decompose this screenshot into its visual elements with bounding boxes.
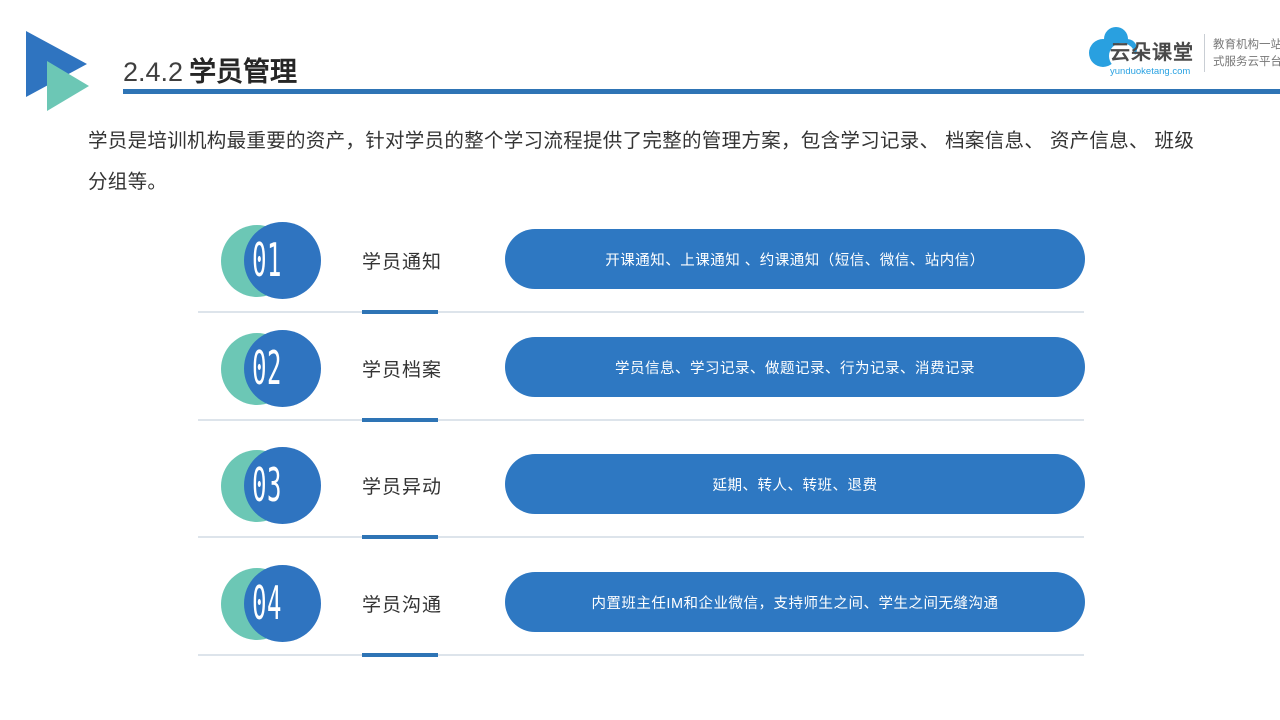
row-label: 学员异动: [347, 472, 457, 499]
row-divider: [198, 311, 1084, 313]
row-number: 02: [252, 341, 282, 395]
page-title: 2.4.2学员管理: [123, 50, 297, 89]
row-description-pill: 开课通知、上课通知 、约课通知（短信、微信、站内信）: [505, 229, 1085, 289]
row-label: 学员沟通: [347, 590, 457, 617]
brand-domain: yunduoketang.com: [1110, 66, 1210, 77]
row-description-pill: 学员信息、学习记录、做题记录、行为记录、消费记录: [505, 337, 1085, 397]
brand-tagline-line1: 教育机构一站: [1213, 37, 1280, 54]
feature-row-archive: 02 学员档案 学员信息、学习记录、做题记录、行为记录、消费记录: [197, 330, 1085, 426]
brand-tagline-line2: 式服务云平台: [1213, 54, 1280, 71]
section-title: 学员管理: [189, 57, 297, 87]
row-number: 01: [252, 233, 282, 287]
brand-tagline: 教育机构一站 式服务云平台: [1213, 37, 1280, 71]
feature-row-communication: 04 学员沟通 内置班主任IM和企业微信，支持师生之间、学生之间无缝沟通: [197, 565, 1085, 661]
section-number: 2.4.2: [123, 57, 183, 87]
feature-row-notify: 01 学员通知 开课通知、上课通知 、约课通知（短信、微信、站内信）: [197, 222, 1085, 318]
row-divider-accent: [362, 535, 438, 539]
row-divider-accent: [362, 310, 438, 314]
row-number: 04: [252, 576, 282, 630]
row-description-pill: 内置班主任IM和企业微信，支持师生之间、学生之间无缝沟通: [505, 572, 1085, 632]
row-divider: [198, 419, 1084, 421]
title-underline: [123, 89, 1280, 94]
row-number: 03: [252, 458, 282, 512]
row-divider-accent: [362, 418, 438, 422]
brand-name: 云朵课堂: [1110, 36, 1210, 65]
row-description-pill: 延期、转人、转班、退费: [505, 454, 1085, 514]
row-divider-accent: [362, 653, 438, 657]
row-divider: [198, 536, 1084, 538]
intro-paragraph: 学员是培训机构最重要的资产，针对学员的整个学习流程提供了完整的管理方案，包含学习…: [88, 121, 1213, 203]
row-label: 学员通知: [347, 247, 457, 274]
brand-block: 云朵课堂 yunduoketang.com: [1110, 36, 1210, 77]
feature-row-change: 03 学员异动 延期、转人、转班、退费: [197, 447, 1085, 543]
row-label: 学员档案: [347, 355, 457, 382]
logo-separator: [1204, 34, 1205, 72]
row-divider: [198, 654, 1084, 656]
